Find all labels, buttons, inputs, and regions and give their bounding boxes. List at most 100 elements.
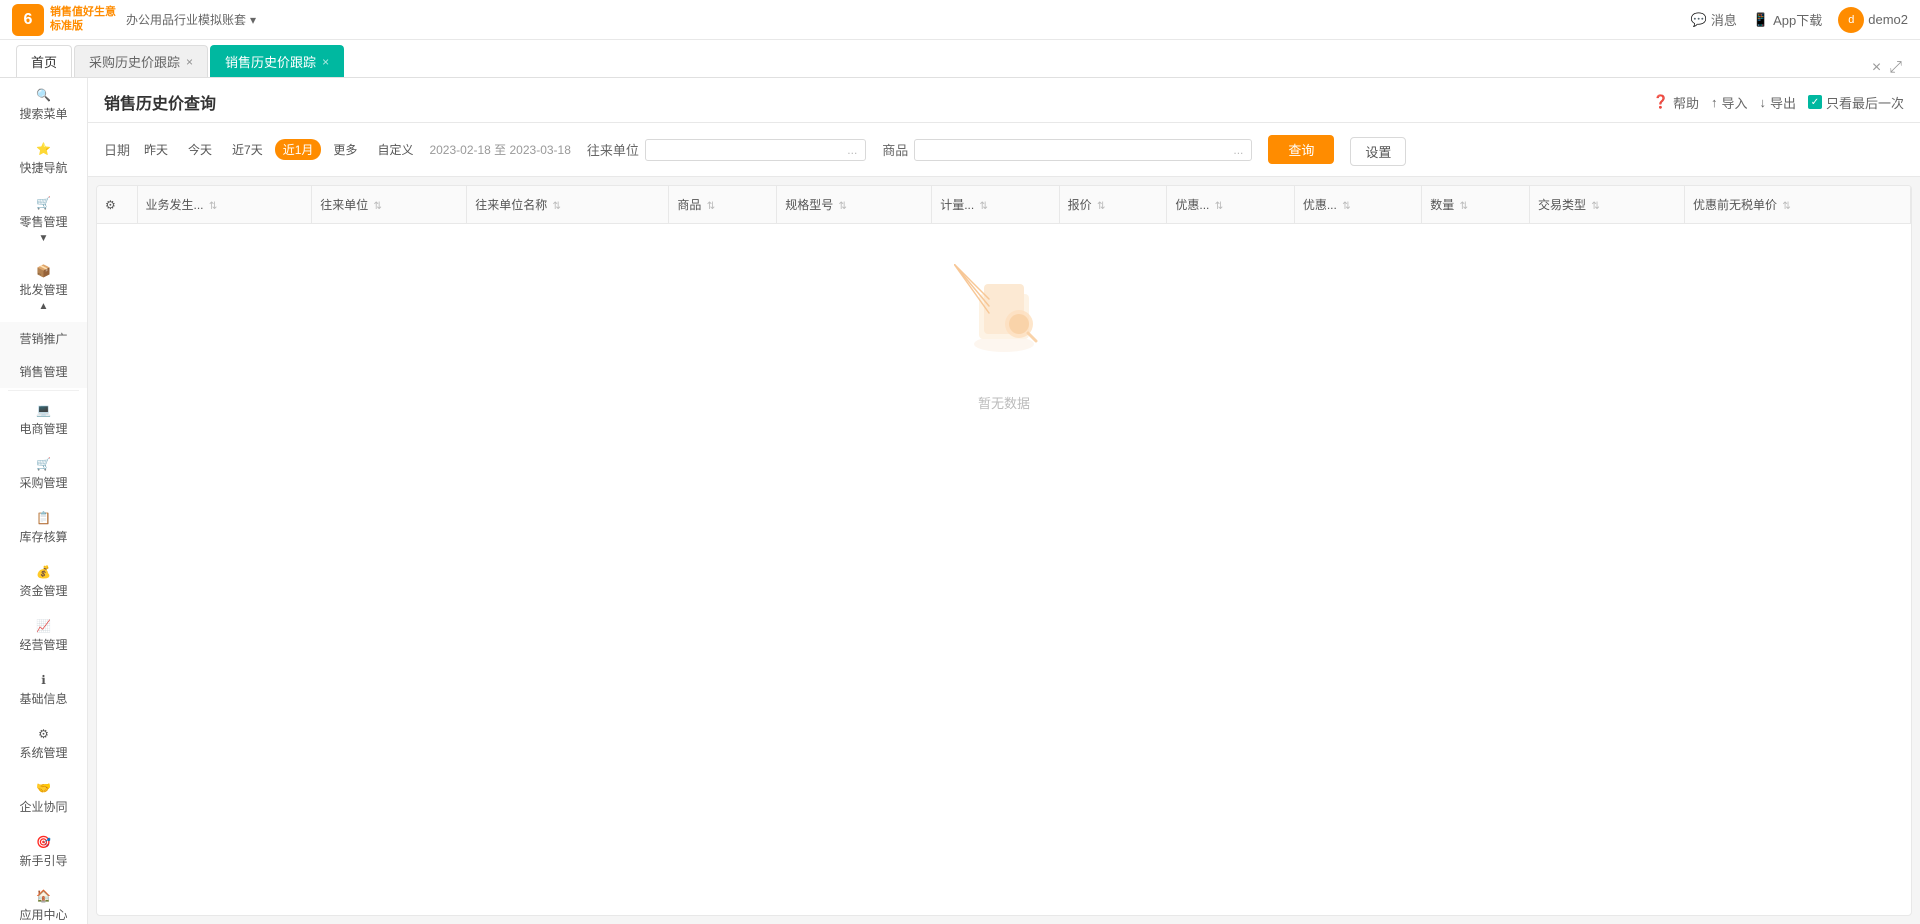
checkbox-checked-icon: ✓ (1808, 95, 1822, 109)
window-restore-button[interactable]: ⤢ (1889, 59, 1902, 77)
date-btn-yesterday[interactable]: 昨天 (136, 139, 176, 160)
chevron-up-icon: ▲ (39, 301, 49, 312)
sort-icon: ⇅ (980, 201, 988, 212)
sidebar-item-inventory[interactable]: 📋 库存核算 (0, 501, 87, 555)
sidebar-item-operations[interactable]: 📈 经营管理 (0, 609, 87, 663)
column-unit[interactable]: 计量... ⇅ (932, 186, 1059, 224)
close-tab2-button[interactable]: × (322, 55, 329, 69)
window-close-button[interactable]: × (1872, 59, 1881, 77)
sort-icon: ⇅ (209, 201, 217, 212)
finance-icon: 💰 (36, 565, 51, 579)
sidebar-item-collab[interactable]: 🤝 企业协同 (0, 771, 87, 825)
column-discount2[interactable]: 优惠... ⇅ (1294, 186, 1421, 224)
help-button[interactable]: ❓ 帮助 (1653, 93, 1699, 112)
date-range-display: 2023-02-18 至 2023-03-18 (429, 141, 570, 158)
date-btn-custom[interactable]: 自定义 (369, 139, 421, 160)
empty-state: 暂无数据 (97, 224, 1911, 452)
chevron-down-icon: ▾ (250, 13, 256, 27)
topbar-left: 6 销售值好生意 标准版 办公用品行业模拟账套 ▾ (12, 4, 256, 36)
date-label: 日期 (104, 140, 130, 159)
table-header-row: ⚙ 业务发生... ⇅ 往来单位 ⇅ 往来单位名称 ⇅ (97, 186, 1911, 224)
tab-window-controls: × ⤢ (1872, 59, 1912, 77)
settings-button[interactable]: 设置 (1350, 137, 1406, 166)
goods-filter-group: 商品 ... (882, 139, 1252, 161)
sidebar-item-sales[interactable]: 销售管理 (0, 355, 87, 388)
baseinfo-icon: ℹ (41, 673, 46, 687)
sidebar-item-system[interactable]: ⚙ 系统管理 (0, 717, 87, 771)
empty-text: 暂无数据 (978, 393, 1030, 412)
filter-row: 日期 昨天 今天 近7天 近1月 更多 自定义 2023-02-18 至 202… (104, 133, 1904, 166)
sidebar-item-wholesale[interactable]: 📦 批发管理 ▲ (0, 254, 87, 322)
message-button[interactable]: 💬 消息 (1691, 10, 1737, 29)
column-discount1[interactable]: 优惠... ⇅ (1167, 186, 1294, 224)
sidebar-item-marketing[interactable]: 营销推广 (0, 322, 87, 355)
date-btn-1month[interactable]: 近1月 (275, 139, 322, 160)
tab-home[interactable]: 首页 (16, 45, 72, 77)
guide-icon: 🎯 (36, 835, 51, 849)
sidebar-item-purchase[interactable]: 🛒 采购管理 (0, 447, 87, 501)
date-buttons: 昨天 今天 近7天 近1月 更多 自定义 2023-02-18 至 2023-0… (136, 139, 571, 160)
sort-icon: ⇅ (1591, 201, 1599, 212)
export-icon: ↓ (1759, 95, 1766, 110)
logo-text: 销售值好生意 标准版 (50, 6, 116, 32)
chevron-down-icon: ▼ (39, 233, 49, 244)
sidebar-item-guide[interactable]: 🎯 新手引导 (0, 825, 87, 879)
sort-icon: ⇅ (1097, 201, 1105, 212)
goods-input[interactable]: ... (914, 139, 1252, 161)
column-settings[interactable]: ⚙ (97, 186, 137, 224)
sidebar-item-retail[interactable]: 🛒 零售管理 ▼ (0, 186, 87, 254)
sidebar-item-quicknav[interactable]: ⭐ 快捷导航 (0, 132, 87, 186)
column-qty[interactable]: 数量 ⇅ (1422, 186, 1530, 224)
goods-input-dots: ... (1233, 143, 1243, 157)
partner-input-dots: ... (847, 143, 857, 157)
date-filter-group: 日期 昨天 今天 近7天 近1月 更多 自定义 2023-02-18 至 202… (104, 139, 571, 160)
user-menu[interactable]: d demo2 (1838, 7, 1908, 33)
sidebar-item-appcenter[interactable]: 🏠 应用中心 (0, 879, 87, 924)
sidebar-item-baseinfo[interactable]: ℹ 基础信息 (0, 663, 87, 717)
filter-right-actions: 查询 设置 (1268, 133, 1406, 166)
date-btn-today[interactable]: 今天 (180, 139, 220, 160)
app-selector[interactable]: 办公用品行业模拟账套 ▾ (126, 11, 256, 28)
import-button[interactable]: ↑ 导入 (1711, 93, 1748, 112)
date-btn-7days[interactable]: 近7天 (224, 139, 271, 160)
empty-icon (954, 264, 1054, 383)
table-container: ⚙ 业务发生... ⇅ 往来单位 ⇅ 往来单位名称 ⇅ (96, 185, 1912, 916)
page-header: 销售历史价查询 ❓ 帮助 ↑ 导入 ↓ 导出 ✓ 只看最后一次 (88, 78, 1920, 123)
tab-purchase-history[interactable]: 采购历史价跟踪 × (74, 45, 208, 77)
wholesale-icon: 📦 (36, 264, 51, 278)
column-goods[interactable]: 商品 ⇅ (669, 186, 777, 224)
logo-area: 6 销售值好生意 标准版 (12, 4, 116, 36)
sort-icon: ⇅ (374, 201, 382, 212)
sort-icon: ⇅ (839, 201, 847, 212)
last-only-checkbox[interactable]: ✓ 只看最后一次 (1808, 93, 1904, 112)
sidebar: 🔍 搜索菜单 ⭐ 快捷导航 🛒 零售管理 ▼ 📦 批发管理 ▲ 营销推广 销售管… (0, 78, 88, 924)
export-button[interactable]: ↓ 导出 (1759, 93, 1796, 112)
column-pretax-price[interactable]: 优惠前无税单价 ⇅ (1685, 186, 1911, 224)
column-partner-name[interactable]: 往来单位名称 ⇅ (467, 186, 669, 224)
column-spec[interactable]: 规格型号 ⇅ (777, 186, 932, 224)
content-area: 销售历史价查询 ❓ 帮助 ↑ 导入 ↓ 导出 ✓ 只看最后一次 (88, 78, 1920, 924)
sidebar-item-ecommerce[interactable]: 💻 电商管理 (0, 393, 87, 447)
partner-input[interactable]: ... (645, 139, 866, 161)
query-button[interactable]: 查询 (1268, 135, 1334, 164)
message-icon: 💬 (1691, 12, 1707, 28)
system-icon: ⚙ (38, 727, 49, 741)
import-icon: ↑ (1711, 95, 1718, 110)
column-quote[interactable]: 报价 ⇅ (1059, 186, 1167, 224)
search-icon: 🔍 (36, 88, 51, 102)
app-download-button[interactable]: 📱 App下载 (1753, 10, 1822, 29)
column-partner-code[interactable]: 往来单位 ⇅ (312, 186, 467, 224)
partner-label: 往来单位 (587, 140, 639, 159)
avatar: d (1838, 7, 1864, 33)
tab-sales-history[interactable]: 销售历史价跟踪 × (210, 45, 344, 77)
column-trade-type[interactable]: 交易类型 ⇅ (1530, 186, 1685, 224)
sidebar-item-finance[interactable]: 💰 资金管理 (0, 555, 87, 609)
sort-icon: ⇅ (1782, 201, 1790, 212)
topbar: 6 销售值好生意 标准版 办公用品行业模拟账套 ▾ 💬 消息 📱 App下载 d… (0, 0, 1920, 40)
sidebar-item-search[interactable]: 🔍 搜索菜单 (0, 78, 87, 132)
column-biz-date[interactable]: 业务发生... ⇅ (137, 186, 312, 224)
page-actions: ❓ 帮助 ↑ 导入 ↓ 导出 ✓ 只看最后一次 (1653, 93, 1904, 112)
date-btn-more[interactable]: 更多 (325, 139, 365, 160)
close-tab1-button[interactable]: × (186, 55, 193, 69)
sort-icon: ⇅ (1215, 201, 1223, 212)
